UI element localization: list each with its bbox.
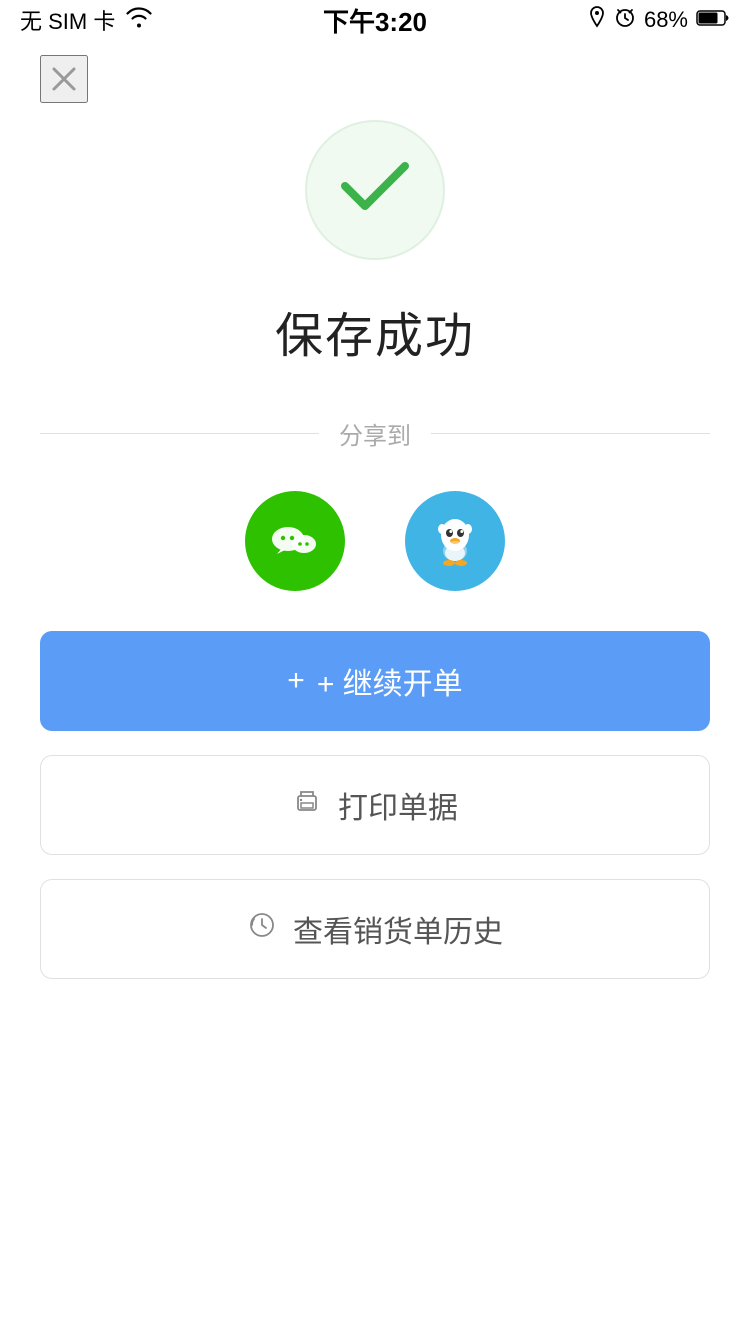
- share-qq-button[interactable]: [405, 491, 505, 591]
- alarm-icon: [614, 6, 636, 34]
- status-time: 下午3:20: [323, 2, 427, 39]
- status-right: 68%: [588, 6, 730, 34]
- history-icon: [247, 910, 277, 948]
- check-icon: [339, 154, 411, 226]
- continue-label: + 继续开单: [317, 659, 463, 703]
- print-icon: [292, 786, 322, 824]
- close-button[interactable]: [40, 55, 88, 103]
- share-wechat-button[interactable]: [245, 491, 345, 591]
- share-section: 分享到: [0, 416, 750, 591]
- continue-plus-icon: +: [287, 664, 305, 698]
- location-icon: [588, 6, 606, 34]
- status-bar: 无 SIM 卡 下午3:20 68%: [0, 0, 750, 40]
- action-buttons: + + 继续开单 打印单据: [0, 631, 750, 979]
- print-button[interactable]: 打印单据: [40, 755, 710, 855]
- share-label: 分享到: [339, 416, 411, 451]
- sim-text: 无 SIM 卡: [20, 4, 115, 36]
- share-icons: [40, 491, 710, 591]
- history-label: 查看销货单历史: [293, 907, 503, 951]
- battery-text: 68%: [644, 7, 688, 33]
- success-title: 保存成功: [275, 296, 475, 366]
- wifi-icon: [125, 6, 153, 34]
- battery-icon: [696, 7, 730, 33]
- share-divider: 分享到: [40, 416, 710, 451]
- success-circle: [305, 120, 445, 260]
- history-button[interactable]: 查看销货单历史: [40, 879, 710, 979]
- main-content: 保存成功 分享到: [0, 40, 750, 979]
- print-label: 打印单据: [338, 783, 458, 827]
- status-left: 无 SIM 卡: [20, 4, 153, 36]
- continue-button[interactable]: + + 继续开单: [40, 631, 710, 731]
